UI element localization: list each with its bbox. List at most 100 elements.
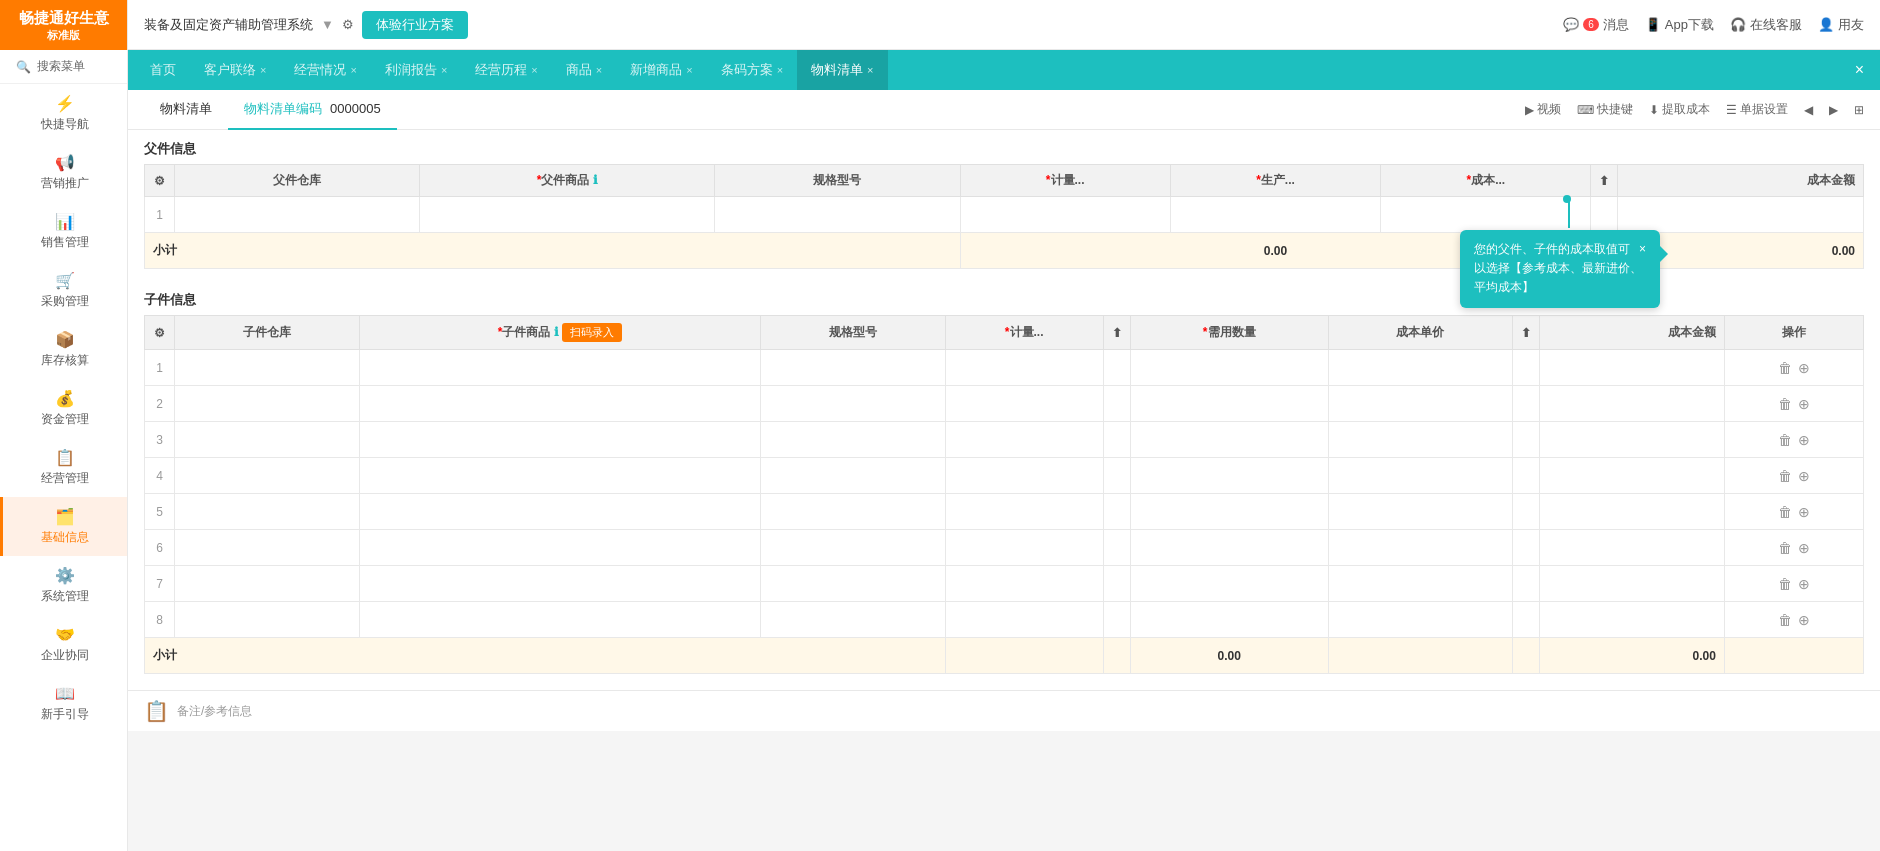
nav-tab-goods[interactable]: 商品 × <box>552 50 616 90</box>
sidebar-item-system[interactable]: ⚙️ 系统管理 <box>0 556 127 615</box>
copy-icon[interactable]: ⊕ <box>1798 540 1810 556</box>
child-goods-cell[interactable] <box>359 602 760 638</box>
sidebar-item-collab[interactable]: 🤝 企业协同 <box>0 615 127 674</box>
parent-unit-cell[interactable] <box>960 197 1170 233</box>
tab-close-icon[interactable]: × <box>441 64 447 76</box>
copy-icon[interactable]: ⊕ <box>1798 576 1810 592</box>
delete-icon[interactable]: 🗑 <box>1778 576 1792 592</box>
child-unit-cost-cell[interactable] <box>1328 566 1513 602</box>
sub-tab-bom-list[interactable]: 物料清单 <box>144 90 228 130</box>
child-unit-cell[interactable] <box>945 530 1103 566</box>
nav-tab-bom[interactable]: 物料清单 × <box>797 50 887 90</box>
sidebar-item-quick-nav[interactable]: ⚡ 快捷导航 <box>0 84 127 143</box>
child-goods-cell[interactable] <box>359 566 760 602</box>
view-btn[interactable]: ▶ 视频 <box>1525 101 1561 118</box>
copy-icon[interactable]: ⊕ <box>1798 612 1810 628</box>
child-qty-cell[interactable] <box>1130 566 1328 602</box>
parent-cost-cell[interactable] <box>1381 197 1591 233</box>
child-warehouse-cell[interactable] <box>175 566 360 602</box>
nav-close-all-button[interactable]: × <box>1847 61 1872 79</box>
delete-icon[interactable]: 🗑 <box>1778 468 1792 484</box>
child-unit-cell[interactable] <box>945 602 1103 638</box>
child-qty-cell[interactable] <box>1130 494 1328 530</box>
child-goods-cell[interactable] <box>359 350 760 386</box>
tab-close-icon[interactable]: × <box>596 64 602 76</box>
nav-tab-barcode[interactable]: 条码方案 × <box>707 50 797 90</box>
child-unit-cell[interactable] <box>945 350 1103 386</box>
nav-tab-history[interactable]: 经营历程 × <box>461 50 551 90</box>
sidebar-item-finance[interactable]: 💰 资金管理 <box>0 379 127 438</box>
delete-icon[interactable]: 🗑 <box>1778 396 1792 412</box>
app-download-action[interactable]: 📱 App下载 <box>1645 16 1714 34</box>
tab-close-icon[interactable]: × <box>531 64 537 76</box>
sidebar-item-guide[interactable]: 📖 新手引导 <box>0 674 127 733</box>
user-action[interactable]: 👤 用友 <box>1818 16 1864 34</box>
child-spec-cell[interactable] <box>761 494 946 530</box>
tab-close-icon[interactable]: × <box>867 64 873 76</box>
tooltip-close-btn[interactable]: × <box>1639 240 1646 259</box>
child-qty-cell[interactable] <box>1130 422 1328 458</box>
copy-icon[interactable]: ⊕ <box>1798 432 1810 448</box>
delete-icon[interactable]: 🗑 <box>1778 504 1792 520</box>
sidebar-item-sales[interactable]: 📊 销售管理 <box>0 202 127 261</box>
sidebar-item-basic-info[interactable]: 🗂️ 基础信息 <box>0 497 127 556</box>
parent-goods-cell[interactable] <box>420 197 715 233</box>
parent-spec-cell[interactable] <box>715 197 960 233</box>
child-spec-cell[interactable] <box>761 530 946 566</box>
child-warehouse-cell[interactable] <box>175 422 360 458</box>
sidebar-item-purchase[interactable]: 🛒 采购管理 <box>0 261 127 320</box>
sidebar-item-inventory[interactable]: 📦 库存核算 <box>0 320 127 379</box>
child-goods-cell[interactable] <box>359 530 760 566</box>
child-qty-cell[interactable] <box>1130 530 1328 566</box>
parent-col-gear[interactable]: ⚙ <box>145 165 175 197</box>
child-qty-cell[interactable] <box>1130 602 1328 638</box>
grid-view-btn[interactable]: ⊞ <box>1854 103 1864 117</box>
nav-tab-new-goods[interactable]: 新增商品 × <box>616 50 706 90</box>
message-action[interactable]: 💬 6 消息 <box>1563 16 1629 34</box>
shortcut-btn[interactable]: ⌨ 快捷键 <box>1577 101 1633 118</box>
nav-tab-profit[interactable]: 利润报告 × <box>371 50 461 90</box>
tab-close-icon[interactable]: × <box>686 64 692 76</box>
parent-production-cell[interactable] <box>1170 197 1380 233</box>
child-warehouse-cell[interactable] <box>175 350 360 386</box>
nav-prev-btn[interactable]: ◀ <box>1804 103 1813 117</box>
child-unit-cost-cell[interactable] <box>1328 386 1513 422</box>
child-unit-cost-cell[interactable] <box>1328 458 1513 494</box>
child-unit-cell[interactable] <box>945 458 1103 494</box>
child-spec-cell[interactable] <box>761 350 946 386</box>
sub-tab-bom-code[interactable]: 物料清单编码 0000005 <box>228 90 397 130</box>
child-unit-cost-cell[interactable] <box>1328 422 1513 458</box>
sidebar-item-marketing[interactable]: 📢 营销推广 <box>0 143 127 202</box>
nav-tab-operation[interactable]: 经营情况 × <box>280 50 370 90</box>
nav-tab-home[interactable]: 首页 <box>136 50 190 90</box>
trial-button[interactable]: 体验行业方案 <box>362 11 468 39</box>
single-settings-btn[interactable]: ☰ 单据设置 <box>1726 101 1788 118</box>
child-spec-cell[interactable] <box>761 566 946 602</box>
child-warehouse-cell[interactable] <box>175 458 360 494</box>
child-unit-cell[interactable] <box>945 386 1103 422</box>
child-goods-cell[interactable] <box>359 458 760 494</box>
tab-close-icon[interactable]: × <box>777 64 783 76</box>
tab-close-icon[interactable]: × <box>350 64 356 76</box>
child-spec-cell[interactable] <box>761 458 946 494</box>
delete-icon[interactable]: 🗑 <box>1778 612 1792 628</box>
nav-next-btn[interactable]: ▶ <box>1829 103 1838 117</box>
tab-close-icon[interactable]: × <box>260 64 266 76</box>
child-unit-cell[interactable] <box>945 566 1103 602</box>
child-goods-cell[interactable] <box>359 494 760 530</box>
copy-icon[interactable]: ⊕ <box>1798 360 1810 376</box>
child-goods-cell[interactable] <box>359 422 760 458</box>
child-warehouse-cell[interactable] <box>175 530 360 566</box>
child-unit-cost-cell[interactable] <box>1328 350 1513 386</box>
copy-icon[interactable]: ⊕ <box>1798 468 1810 484</box>
nav-tab-customer[interactable]: 客户联络 × <box>190 50 280 90</box>
child-unit-cell[interactable] <box>945 422 1103 458</box>
child-spec-cell[interactable] <box>761 602 946 638</box>
child-warehouse-cell[interactable] <box>175 386 360 422</box>
delete-icon[interactable]: 🗑 <box>1778 360 1792 376</box>
child-qty-cell[interactable] <box>1130 458 1328 494</box>
child-unit-cost-cell[interactable] <box>1328 602 1513 638</box>
delete-icon[interactable]: 🗑 <box>1778 432 1792 448</box>
parent-warehouse-cell[interactable] <box>175 197 420 233</box>
online-service-action[interactable]: 🎧 在线客服 <box>1730 16 1802 34</box>
